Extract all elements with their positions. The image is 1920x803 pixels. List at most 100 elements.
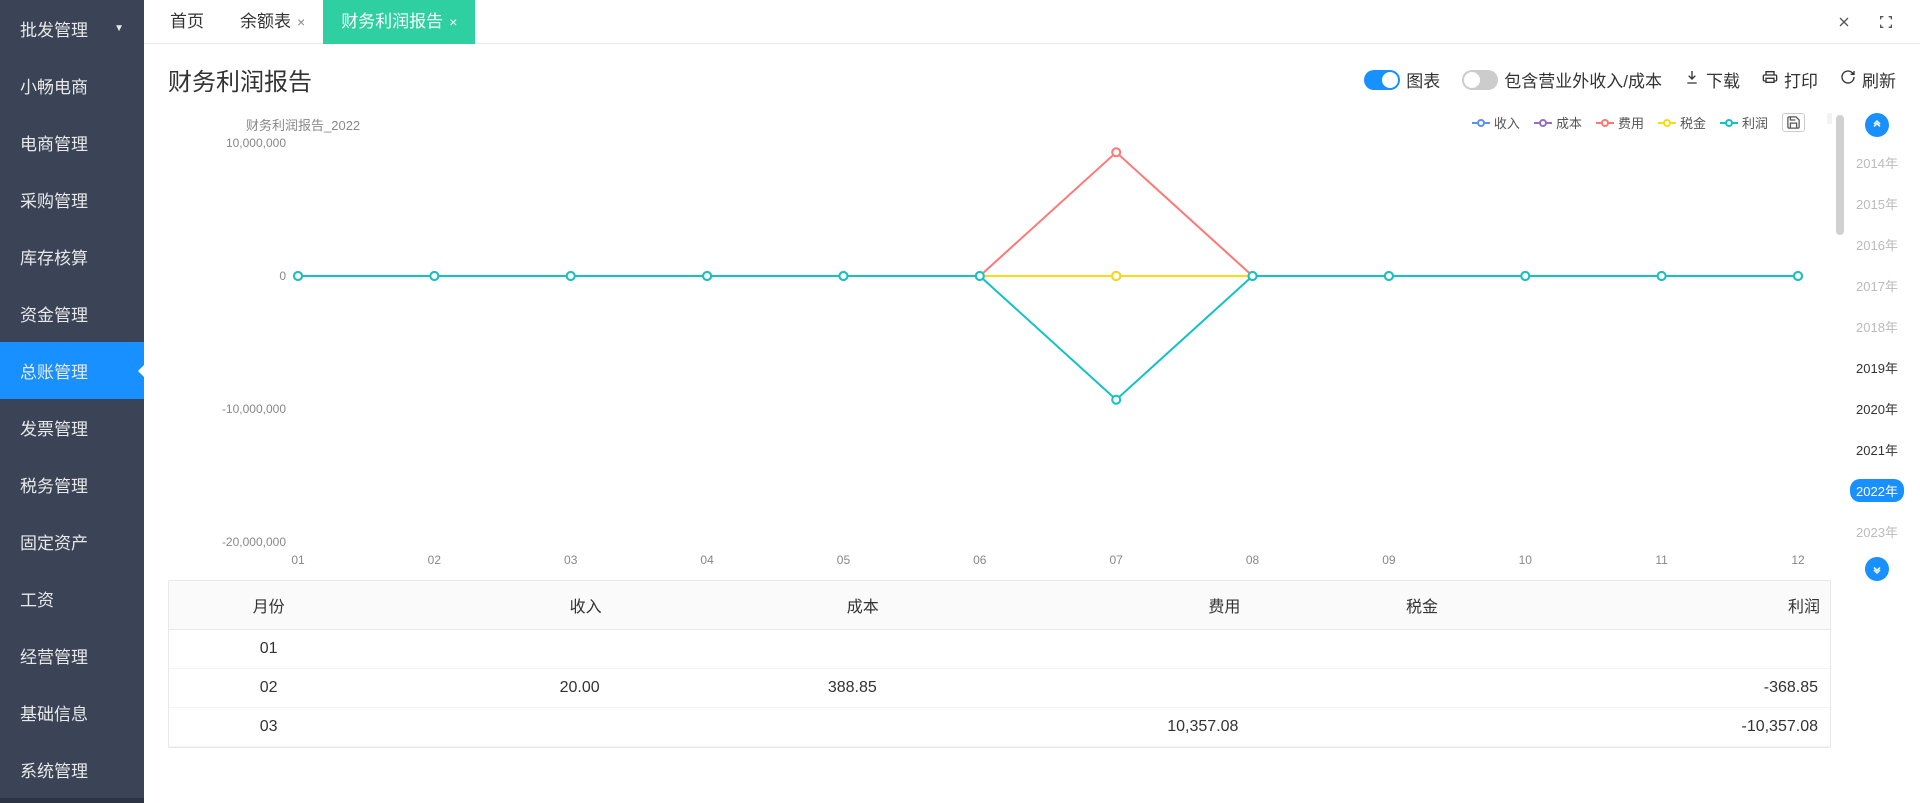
- sidebar-item-4[interactable]: 资金管理: [0, 285, 144, 342]
- tab-0[interactable]: 首页: [152, 0, 222, 44]
- print-label: 打印: [1784, 67, 1818, 92]
- sidebar-item-label: 库存核算: [20, 244, 88, 269]
- sidebar-item-1[interactable]: 电商管理: [0, 114, 144, 171]
- table-cell: 20.00: [368, 669, 611, 708]
- table-cell: 03: [169, 708, 368, 747]
- toggle-nonop-switch[interactable]: [1462, 70, 1498, 90]
- legend-item[interactable]: 费用: [1596, 113, 1644, 132]
- svg-text:07: 07: [1110, 553, 1124, 567]
- svg-text:10,000,000: 10,000,000: [226, 136, 286, 150]
- tab-close-icon[interactable]: ×: [449, 0, 457, 44]
- close-icon[interactable]: [1830, 8, 1858, 36]
- sidebar-item-11[interactable]: 基础信息: [0, 684, 144, 741]
- sidebar-item-8[interactable]: 固定资产: [0, 513, 144, 570]
- legend-line-icon: [1720, 122, 1738, 124]
- chart-save-icon[interactable]: [1782, 113, 1805, 132]
- year-item-9: 2023年: [1850, 520, 1904, 543]
- sidebar-item-2[interactable]: 采购管理: [0, 171, 144, 228]
- toggle-chart[interactable]: 图表: [1364, 67, 1440, 92]
- toggle-nonop[interactable]: 包含营业外收入/成本: [1462, 67, 1662, 92]
- table-cell: [1250, 669, 1448, 708]
- table-cell: [889, 630, 1251, 669]
- svg-text:0: 0: [279, 269, 286, 283]
- tab-close-icon[interactable]: ×: [297, 0, 305, 44]
- year-item-6[interactable]: 2020年: [1850, 397, 1904, 420]
- toggle-nonop-label: 包含营业外收入/成本: [1504, 67, 1662, 92]
- scrollbar[interactable]: [1832, 107, 1846, 791]
- print-button[interactable]: 打印: [1762, 67, 1818, 92]
- table-header: 收入: [368, 581, 611, 630]
- tab-label: 余额表: [240, 0, 291, 44]
- sidebar-item-label: 总账管理: [20, 358, 88, 383]
- table-cell: -10,357.08: [1448, 708, 1830, 747]
- sidebar: 批发管理 ▼ 小畅电商电商管理采购管理库存核算资金管理总账管理发票管理税务管理固…: [0, 0, 144, 803]
- table-cell: 388.85: [612, 669, 889, 708]
- table-cell: [1250, 630, 1448, 669]
- sidebar-item-0[interactable]: 小畅电商: [0, 57, 144, 114]
- table-cell: [368, 708, 611, 747]
- refresh-label: 刷新: [1862, 67, 1896, 92]
- legend-item[interactable]: 利润: [1720, 113, 1768, 132]
- chart-title: 财务利润报告_2022: [246, 115, 360, 134]
- settings-button[interactable]: [0, 798, 144, 803]
- legend-item[interactable]: 成本: [1534, 113, 1582, 132]
- sidebar-item-12[interactable]: 系统管理: [0, 741, 144, 798]
- table-header: 成本: [612, 581, 889, 630]
- sidebar-header-label: 批发管理: [20, 16, 88, 41]
- svg-text:11: 11: [1655, 553, 1668, 567]
- sidebar-item-5[interactable]: 总账管理: [0, 342, 144, 399]
- tab-label: 财务利润报告: [341, 0, 443, 44]
- sidebar-item-9[interactable]: 工资: [0, 570, 144, 627]
- page-title: 财务利润报告: [168, 62, 312, 97]
- download-button[interactable]: 下载: [1684, 67, 1740, 92]
- year-item-7[interactable]: 2021年: [1850, 438, 1904, 461]
- year-rail: 2014年2015年2016年2017年2018年2019年2020年2021年…: [1846, 107, 1908, 791]
- sidebar-item-7[interactable]: 税务管理: [0, 456, 144, 513]
- legend-label: 税金: [1680, 113, 1706, 132]
- chart-card: 财务利润报告_2022 收入成本费用税金利润 -20,000,000-10,00…: [168, 107, 1831, 572]
- download-label: 下载: [1706, 67, 1740, 92]
- chevron-down-icon: ▼: [114, 23, 124, 34]
- svg-text:-20,000,000: -20,000,000: [222, 535, 286, 549]
- table-header: 月份: [169, 581, 368, 630]
- table-row: 0310,357.08-10,357.08: [169, 708, 1830, 747]
- toggle-chart-switch[interactable]: [1364, 70, 1400, 90]
- legend-line-icon: [1534, 122, 1552, 124]
- year-up-button[interactable]: [1865, 113, 1889, 137]
- download-icon: [1684, 69, 1700, 90]
- sidebar-item-6[interactable]: 发票管理: [0, 399, 144, 456]
- legend-item[interactable]: 收入: [1472, 113, 1520, 132]
- year-down-button[interactable]: [1865, 557, 1889, 581]
- refresh-icon: [1840, 69, 1856, 90]
- legend-label: 成本: [1556, 113, 1582, 132]
- tab-label: 首页: [170, 0, 204, 44]
- svg-text:06: 06: [973, 553, 987, 567]
- table-cell: [368, 630, 611, 669]
- svg-text:02: 02: [428, 553, 442, 567]
- tab-1[interactable]: 余额表×: [222, 0, 323, 44]
- sidebar-item-10[interactable]: 经营管理: [0, 627, 144, 684]
- svg-text:08: 08: [1246, 553, 1260, 567]
- print-icon: [1762, 69, 1778, 90]
- table-cell: 01: [169, 630, 368, 669]
- fullscreen-icon[interactable]: [1872, 8, 1900, 36]
- sidebar-header[interactable]: 批发管理 ▼: [0, 0, 144, 57]
- legend-label: 收入: [1494, 113, 1520, 132]
- profit-chart: -20,000,000-10,000,000010,000,0000102030…: [168, 107, 1828, 572]
- year-item-5[interactable]: 2019年: [1850, 356, 1904, 379]
- year-item-2: 2016年: [1850, 233, 1904, 256]
- year-item-8[interactable]: 2022年: [1850, 479, 1904, 502]
- chart-legend: 收入 成本费用 税金利润: [1472, 113, 1805, 132]
- svg-text:03: 03: [564, 553, 578, 567]
- svg-text:01: 01: [291, 553, 305, 567]
- sidebar-item-label: 税务管理: [20, 472, 88, 497]
- legend-item[interactable]: 税金: [1658, 113, 1706, 132]
- year-item-3: 2017年: [1850, 274, 1904, 297]
- tab-2[interactable]: 财务利润报告×: [323, 0, 475, 44]
- sidebar-item-label: 小畅电商: [20, 73, 88, 98]
- toggle-chart-label: 图表: [1406, 67, 1440, 92]
- table-cell: 02: [169, 669, 368, 708]
- sidebar-item-label: 基础信息: [20, 700, 88, 725]
- sidebar-item-3[interactable]: 库存核算: [0, 228, 144, 285]
- refresh-button[interactable]: 刷新: [1840, 67, 1896, 92]
